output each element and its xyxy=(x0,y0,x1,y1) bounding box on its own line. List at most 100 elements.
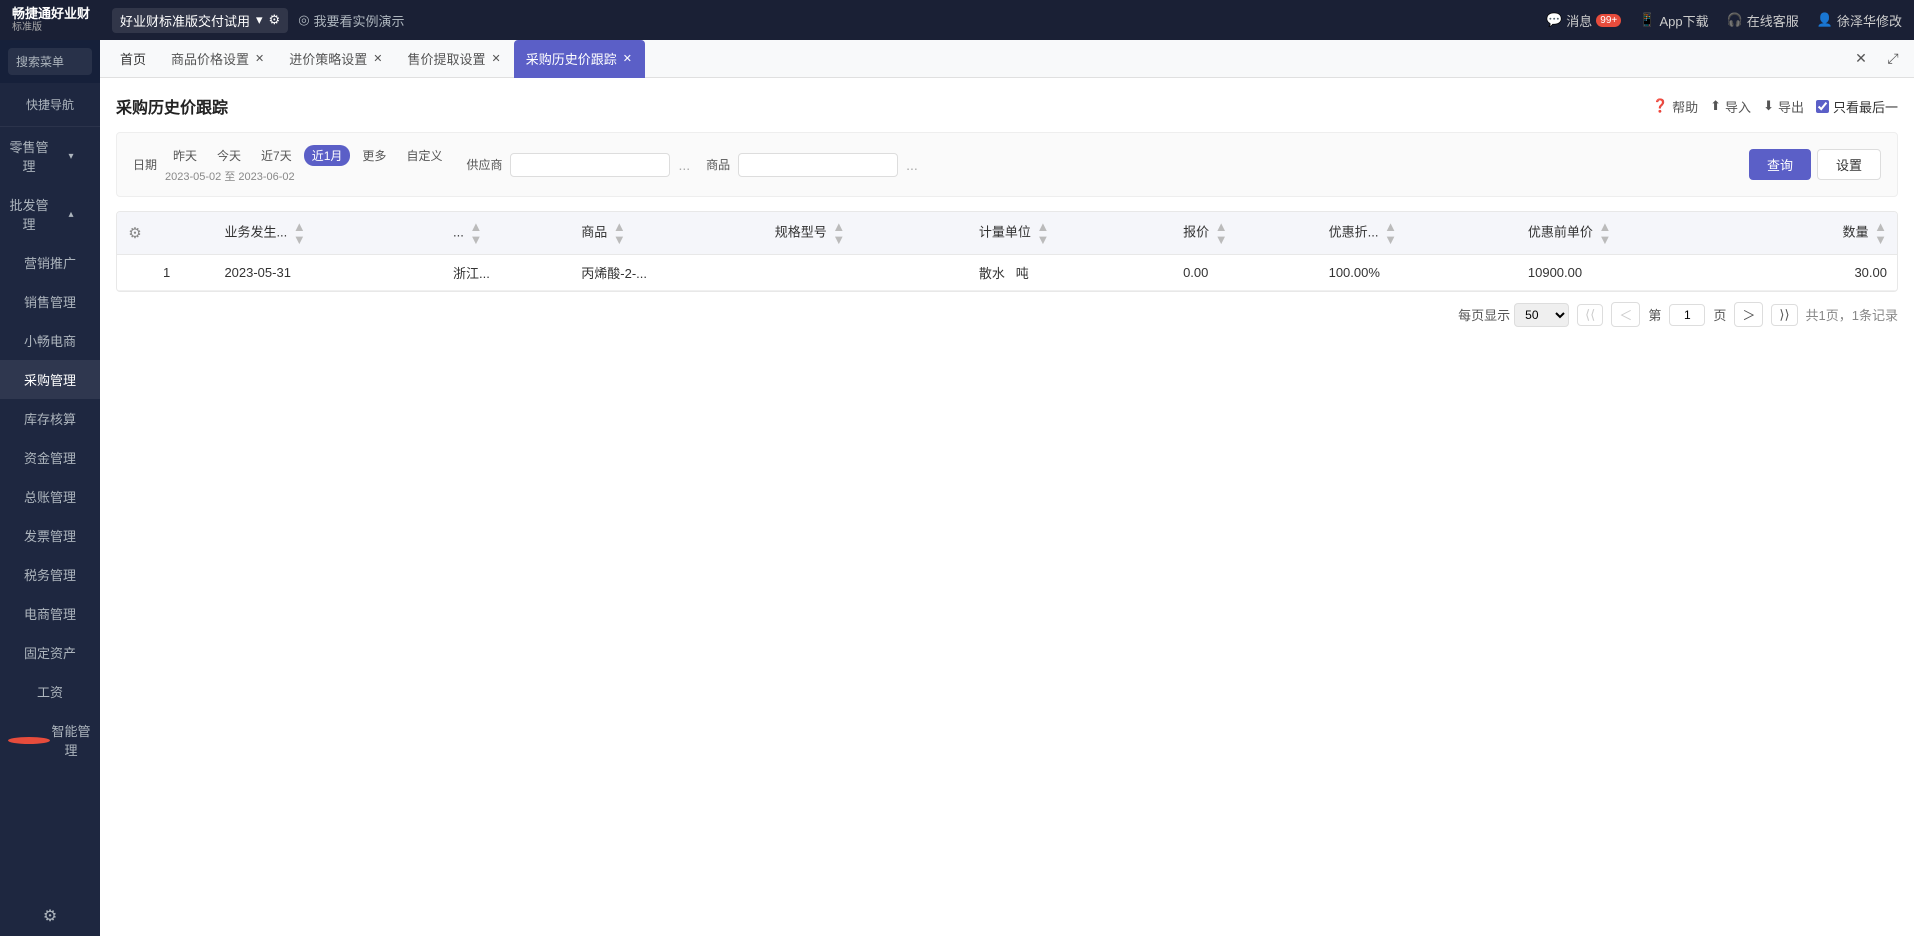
tab-label: 采购历史价跟踪 xyxy=(526,49,617,68)
th-product[interactable]: 商品 ▲▼ xyxy=(571,212,764,255)
search-menu-button[interactable]: 搜索菜单 xyxy=(8,48,92,75)
sort-icon[interactable]: ▲▼ xyxy=(1874,220,1887,246)
import-button[interactable]: ⬆ 导入 xyxy=(1710,97,1751,116)
date-opt-more[interactable]: 更多 xyxy=(354,145,394,166)
sidebar-item-invoice[interactable]: 发票管理 xyxy=(0,516,100,555)
version-selector[interactable]: 好业财标准版交付试用 ▾ ⚙ xyxy=(112,8,288,33)
query-button[interactable]: 查询 xyxy=(1749,149,1811,180)
sidebar-item-sales[interactable]: 销售管理 xyxy=(0,282,100,321)
main-layout: 搜索菜单 快捷导航 零售管理 ▾ 批发管理 ▴ 营销推广 销售管理 小畅电商 xyxy=(0,40,1914,936)
only-last-checkbox-label[interactable]: 只看最后一 xyxy=(1816,97,1898,116)
sort-icon[interactable]: ▲▼ xyxy=(470,220,483,246)
date-opt-custom[interactable]: 自定义 xyxy=(398,145,450,166)
close-tab-button[interactable]: ✕ xyxy=(1848,46,1874,72)
sidebar-item-wholesale[interactable]: 批发管理 ▴ xyxy=(0,185,100,243)
sort-icon[interactable]: ▲▼ xyxy=(1599,220,1612,246)
demo-link[interactable]: ◎ 我要看实例演示 xyxy=(298,11,404,30)
service-btn[interactable]: 🎧 在线客服 xyxy=(1727,11,1799,30)
app-download-btn[interactable]: 📱 App下载 xyxy=(1639,11,1708,30)
supplier-input[interactable] xyxy=(510,153,670,177)
per-page-select[interactable]: 10 20 50 100 xyxy=(1514,303,1569,327)
th-gear[interactable]: ⚙ xyxy=(117,212,153,255)
export-label: 导出 xyxy=(1778,97,1804,116)
close-icon[interactable]: ✕ xyxy=(623,52,632,65)
td-unit: 散水 吨 xyxy=(969,255,1173,291)
th-pre-price[interactable]: 优惠前单价 ▲▼ xyxy=(1518,212,1752,255)
msg-btn[interactable]: 💬 消息 99+ xyxy=(1546,11,1621,30)
close-icon[interactable]: ✕ xyxy=(255,52,264,65)
logo-sub: 标准版 xyxy=(12,22,102,34)
page-input[interactable] xyxy=(1669,304,1705,326)
th-biz-date-label: 业务发生... xyxy=(224,224,287,239)
th-discount-label: 优惠折... xyxy=(1329,224,1379,239)
user-btn[interactable]: 👤 徐泽华修改 xyxy=(1817,11,1902,30)
export-button[interactable]: ⬇ 导出 xyxy=(1763,97,1804,116)
date-opt-today[interactable]: 今天 xyxy=(209,145,249,166)
td-pre-price: 10900.00 xyxy=(1518,255,1752,291)
sidebar-item-payroll[interactable]: 工资 xyxy=(0,672,100,711)
sort-icon[interactable]: ▲▼ xyxy=(832,220,845,246)
import-icon: ⬆ xyxy=(1710,98,1721,114)
sort-icon[interactable]: ▲▼ xyxy=(293,220,306,246)
sidebar-item-label: 固定资产 xyxy=(8,643,92,662)
sidebar-settings-btn[interactable]: ⚙ xyxy=(0,896,100,936)
sort-icon[interactable]: ▲▼ xyxy=(1384,220,1397,246)
tab-home[interactable]: 首页 xyxy=(108,40,159,78)
chevron-down-icon: ▾ xyxy=(256,12,263,28)
gear-icon[interactable]: ⚙ xyxy=(128,225,141,242)
sidebar-item-ledger[interactable]: 总账管理 xyxy=(0,477,100,516)
tab-controls: ✕ ⤢ xyxy=(1848,46,1906,72)
th-price[interactable]: 报价 ▲▼ xyxy=(1173,212,1319,255)
td-index: 1 xyxy=(153,255,214,291)
expand-tab-button[interactable]: ⤢ xyxy=(1880,46,1906,72)
tab-history-price[interactable]: 采购历史价跟踪 ✕ xyxy=(514,40,645,78)
only-last-checkbox[interactable] xyxy=(1816,100,1829,113)
product-input[interactable] xyxy=(738,153,898,177)
sidebar-item-purchase[interactable]: 采购管理 xyxy=(0,360,100,399)
setting-button[interactable]: 设置 xyxy=(1817,149,1881,180)
prev-page-button[interactable]: ＜ xyxy=(1611,302,1640,327)
sidebar-item-retail[interactable]: 零售管理 ▾ xyxy=(0,127,100,185)
sort-icon[interactable]: ▲▼ xyxy=(613,220,626,246)
th-unit[interactable]: 计量单位 ▲▼ xyxy=(969,212,1173,255)
sidebar-item-finance[interactable]: 资金管理 xyxy=(0,438,100,477)
service-label: 在线客服 xyxy=(1747,11,1799,30)
tabbar: 首页 商品价格设置 ✕ 进价策略设置 ✕ 售价提取设置 ✕ 采购历史价跟踪 ✕ … xyxy=(100,40,1914,78)
th-discount[interactable]: 优惠折... ▲▼ xyxy=(1319,212,1518,255)
close-icon[interactable]: ✕ xyxy=(373,52,382,65)
th-more-col[interactable]: ... ▲▼ xyxy=(443,212,571,255)
close-icon[interactable]: ✕ xyxy=(492,52,501,65)
settings-icon[interactable]: ⚙ xyxy=(269,12,281,28)
sort-icon[interactable]: ▲▼ xyxy=(1215,220,1228,246)
date-opt-1month[interactable]: 近1月 xyxy=(304,145,351,166)
next-page-button[interactable]: ＞ xyxy=(1734,302,1763,327)
notification-dot xyxy=(8,737,50,744)
sidebar-item-ecommerce-small[interactable]: 小畅电商 xyxy=(0,321,100,360)
sidebar-item-marketing[interactable]: 营销推广 xyxy=(0,243,100,282)
sidebar-item-tax[interactable]: 税务管理 xyxy=(0,555,100,594)
table-header-row: ⚙ 业务发生... ▲▼ ... ▲▼ 商品 xyxy=(117,212,1897,255)
help-button[interactable]: ❓ 帮助 xyxy=(1652,97,1698,116)
th-quantity[interactable]: 数量 ▲▼ xyxy=(1751,212,1897,255)
date-opt-7days[interactable]: 近7天 xyxy=(253,145,300,166)
th-pre-price-label: 优惠前单价 xyxy=(1528,224,1593,239)
supplier-more-icon[interactable]: ... xyxy=(678,157,690,173)
td-biz-date: 2023-05-31 xyxy=(214,255,443,291)
sidebar-item-smart[interactable]: 智能管理 xyxy=(0,711,100,769)
only-last-text: 只看最后一 xyxy=(1833,97,1898,116)
td-supplier: 浙江... xyxy=(443,255,571,291)
tab-purchase-strategy[interactable]: 进价策略设置 ✕ xyxy=(277,40,395,78)
th-biz-date[interactable]: 业务发生... ▲▼ xyxy=(214,212,443,255)
tab-price[interactable]: 商品价格设置 ✕ xyxy=(159,40,277,78)
tab-sale-price[interactable]: 售价提取设置 ✕ xyxy=(395,40,513,78)
sort-icon[interactable]: ▲▼ xyxy=(1037,220,1050,246)
th-spec[interactable]: 规格型号 ▲▼ xyxy=(765,212,969,255)
sidebar-item-assets[interactable]: 固定资产 xyxy=(0,633,100,672)
first-page-button[interactable]: ⟨⟨ xyxy=(1577,304,1603,326)
sidebar-item-inventory[interactable]: 库存核算 xyxy=(0,399,100,438)
date-opt-yesterday[interactable]: 昨天 xyxy=(165,145,205,166)
sidebar-item-ecommerce[interactable]: 电商管理 xyxy=(0,594,100,633)
sidebar-item-quick-nav[interactable]: 快捷导航 xyxy=(0,89,100,120)
product-more-icon[interactable]: ... xyxy=(906,157,918,173)
last-page-button[interactable]: ⟩⟩ xyxy=(1771,304,1797,326)
